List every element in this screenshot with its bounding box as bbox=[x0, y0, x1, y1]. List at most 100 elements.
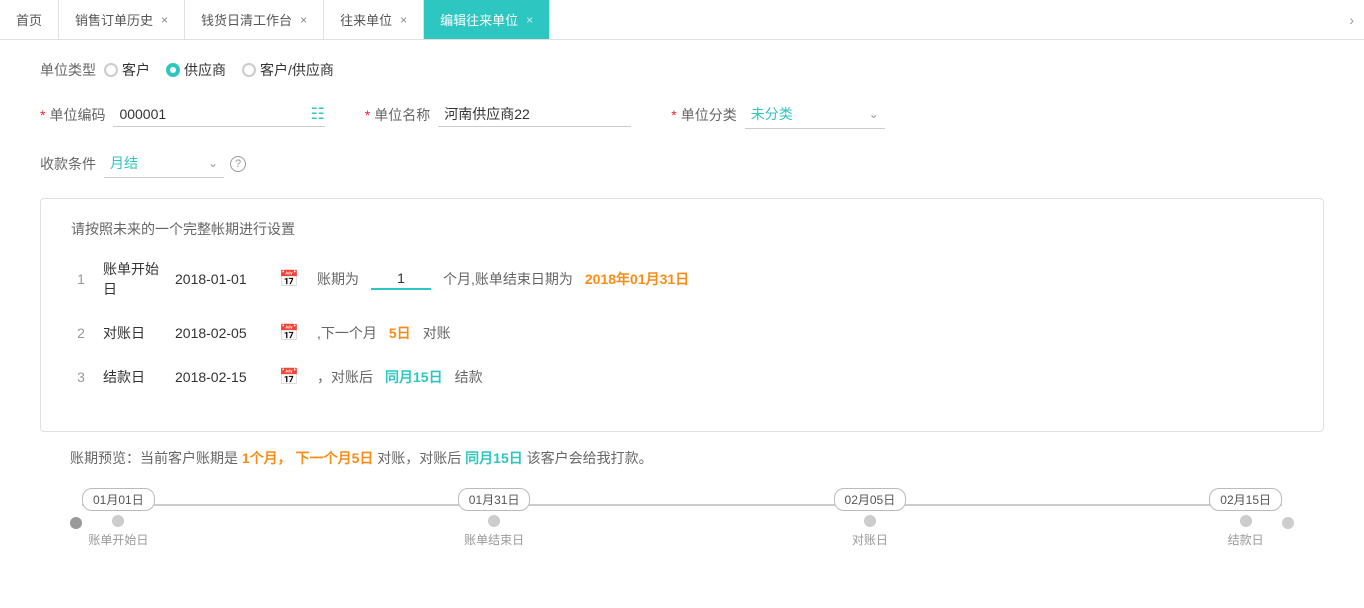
period-num-3: 3 bbox=[71, 369, 91, 385]
tab-edit-partner-close[interactable]: × bbox=[526, 13, 533, 27]
period-desc-check-suffix: 对账 bbox=[423, 323, 451, 343]
tab-bar: 首页 销售订单历史 × 钱货日清工作台 × 往来单位 × 编辑往来单位 × › bbox=[0, 0, 1364, 40]
period-check-day: 5日 bbox=[389, 323, 411, 343]
timeline-date-box-2: 01月31日 bbox=[458, 488, 531, 511]
period-row-2: 2 对账日 📅 ,下一个月 5日 对账 bbox=[71, 323, 1293, 343]
period-date-input-3[interactable] bbox=[175, 369, 275, 385]
timeline-track: 01月01日 账单开始日 01月31日 账单结束日 02月05日 对账日 bbox=[82, 488, 1282, 548]
period-title: 请按照未来的一个完整帐期进行设置 bbox=[71, 219, 1293, 239]
preview-label: 账期预览：当前客户账期是 bbox=[70, 450, 238, 466]
payment-condition-select[interactable]: 月结 ⌄ bbox=[104, 149, 224, 178]
period-months-input[interactable] bbox=[371, 268, 431, 290]
radio-supplier-circle bbox=[166, 63, 180, 77]
tab-cash-work[interactable]: 钱货日清工作台 × bbox=[185, 0, 324, 39]
unit-category-value: 未分类 bbox=[751, 104, 863, 124]
tab-cash-work-label: 钱货日清工作台 bbox=[201, 10, 292, 29]
period-date-input-2[interactable] bbox=[175, 325, 275, 341]
unit-code-field: * 单位编码 ☷ bbox=[40, 102, 325, 127]
period-date-field-2: 📅 bbox=[175, 323, 305, 343]
timeline-point-2: 01月31日 账单结束日 bbox=[458, 488, 531, 548]
period-date-field-3: 📅 bbox=[175, 367, 305, 387]
unit-info-row: * 单位编码 ☷ * 单位名称 * 单位分类 未分类 ⌄ bbox=[40, 100, 1324, 129]
tab-cash-work-close[interactable]: × bbox=[300, 13, 307, 27]
timeline-point-3: 02月05日 对账日 bbox=[834, 488, 907, 548]
unit-code-copy-icon[interactable]: ☷ bbox=[310, 104, 324, 124]
preview-pay-date: 同月15日 bbox=[465, 450, 523, 466]
timeline-start-dot bbox=[70, 517, 82, 529]
period-date-input-1[interactable] bbox=[175, 271, 275, 287]
timeline-date-box-4: 02月15日 bbox=[1209, 488, 1282, 511]
unit-category-label: 单位分类 bbox=[681, 105, 737, 125]
timeline-date-box-1: 01月01日 bbox=[82, 488, 155, 511]
radio-supplier-label: 供应商 bbox=[184, 60, 226, 80]
timeline-dot-3 bbox=[864, 515, 876, 527]
radio-group: 客户 供应商 客户/供应商 bbox=[104, 60, 334, 80]
radio-supplier[interactable]: 供应商 bbox=[166, 60, 226, 80]
preview-check-date: 下一个月5日 bbox=[296, 450, 374, 466]
radio-customer-circle bbox=[104, 63, 118, 77]
timeline-date-box-3: 02月05日 bbox=[834, 488, 907, 511]
unit-name-field: * 单位名称 bbox=[365, 102, 631, 127]
period-cal-icon-2[interactable]: 📅 bbox=[279, 323, 299, 343]
unit-code-star: * bbox=[40, 107, 45, 123]
period-desc-pay-prefix: ，对账后 bbox=[317, 367, 373, 387]
timeline-end-dot bbox=[1282, 517, 1294, 529]
period-row-3: 3 结款日 📅 ，对账后 同月15日 结款 bbox=[71, 367, 1293, 387]
period-settings-box: 请按照未来的一个完整帐期进行设置 1 账单开始日 📅 账期为 个月,账单结束日期… bbox=[40, 198, 1324, 432]
payment-condition-arrow: ⌄ bbox=[208, 156, 218, 170]
radio-customer-supplier[interactable]: 客户/供应商 bbox=[242, 60, 334, 80]
tab-partner[interactable]: 往来单位 × bbox=[324, 0, 424, 39]
period-pay-day: 同月15日 bbox=[385, 367, 443, 387]
timeline-points: 01月01日 账单开始日 01月31日 账单结束日 02月05日 对账日 bbox=[82, 488, 1282, 548]
preview-section: 账期预览：当前客户账期是 1个月， 下一个月5日 对账，对账后 同月15日 该客… bbox=[40, 448, 1324, 548]
unit-name-input[interactable] bbox=[438, 102, 631, 127]
period-num-1: 1 bbox=[71, 271, 91, 287]
tab-sales-history-close[interactable]: × bbox=[161, 13, 168, 27]
unit-code-input-wrap: ☷ bbox=[113, 102, 324, 127]
radio-customer-supplier-label: 客户/供应商 bbox=[260, 60, 334, 80]
period-desc-months-prefix: 账期为 bbox=[317, 269, 359, 289]
timeline-point-4: 02月15日 结款日 bbox=[1209, 488, 1282, 548]
period-desc-pay-suffix: 结款 bbox=[455, 367, 483, 387]
unit-type-label: 单位类型 bbox=[40, 60, 96, 80]
period-cal-icon-3[interactable]: 📅 bbox=[279, 367, 299, 387]
unit-code-input[interactable] bbox=[113, 102, 306, 126]
tab-home[interactable]: 首页 bbox=[0, 0, 59, 39]
timeline-point-1: 01月01日 账单开始日 bbox=[82, 488, 155, 548]
tab-home-label: 首页 bbox=[16, 10, 42, 29]
unit-name-star: * bbox=[365, 107, 370, 123]
payment-condition-label: 收款条件 bbox=[40, 154, 96, 174]
unit-name-label: 单位名称 bbox=[374, 105, 430, 125]
timeline: 01月01日 账单开始日 01月31日 账单结束日 02月05日 对账日 bbox=[70, 488, 1294, 548]
period-cal-icon-1[interactable]: 📅 bbox=[279, 269, 299, 289]
period-num-2: 2 bbox=[71, 325, 91, 341]
payment-condition-row: 收款条件 月结 ⌄ ? bbox=[40, 149, 1324, 178]
tab-sales-history-label: 销售订单历史 bbox=[75, 10, 153, 29]
period-label-3: 结款日 bbox=[103, 367, 163, 387]
unit-category-select[interactable]: 未分类 ⌄ bbox=[745, 100, 885, 129]
unit-code-label: 单位编码 bbox=[49, 105, 105, 125]
main-content: 单位类型 客户 供应商 客户/供应商 * 单位编码 ☷ bbox=[0, 40, 1364, 608]
preview-check-suffix: 对账，对账后 bbox=[377, 450, 461, 466]
tab-edit-partner-label: 编辑往来单位 bbox=[440, 10, 518, 29]
tab-edit-partner[interactable]: 编辑往来单位 × bbox=[424, 0, 550, 39]
timeline-label-2: 账单结束日 bbox=[464, 531, 524, 548]
period-desc-check-prefix: ,下一个月 bbox=[317, 323, 377, 343]
tab-sales-history[interactable]: 销售订单历史 × bbox=[59, 0, 185, 39]
unit-category-field: * 单位分类 未分类 ⌄ bbox=[671, 100, 884, 129]
period-end-date: 2018年01月31日 bbox=[585, 269, 689, 289]
timeline-label-3: 对账日 bbox=[852, 531, 888, 548]
unit-category-arrow: ⌄ bbox=[869, 107, 879, 121]
preview-months: 1个月， bbox=[242, 450, 292, 466]
timeline-dot-1 bbox=[112, 515, 124, 527]
payment-help-icon[interactable]: ? bbox=[230, 156, 246, 172]
timeline-dot-4 bbox=[1240, 515, 1252, 527]
tab-arrow[interactable]: › bbox=[1339, 0, 1364, 39]
payment-condition-value: 月结 bbox=[110, 153, 202, 173]
unit-type-row: 单位类型 客户 供应商 客户/供应商 bbox=[40, 60, 1324, 80]
radio-customer[interactable]: 客户 bbox=[104, 60, 150, 80]
preview-end: 该客户会给我打款。 bbox=[527, 450, 653, 466]
tab-partner-close[interactable]: × bbox=[400, 13, 407, 27]
period-row-1: 1 账单开始日 📅 账期为 个月,账单结束日期为 2018年01月31日 bbox=[71, 259, 1293, 299]
radio-customer-label: 客户 bbox=[122, 60, 150, 80]
